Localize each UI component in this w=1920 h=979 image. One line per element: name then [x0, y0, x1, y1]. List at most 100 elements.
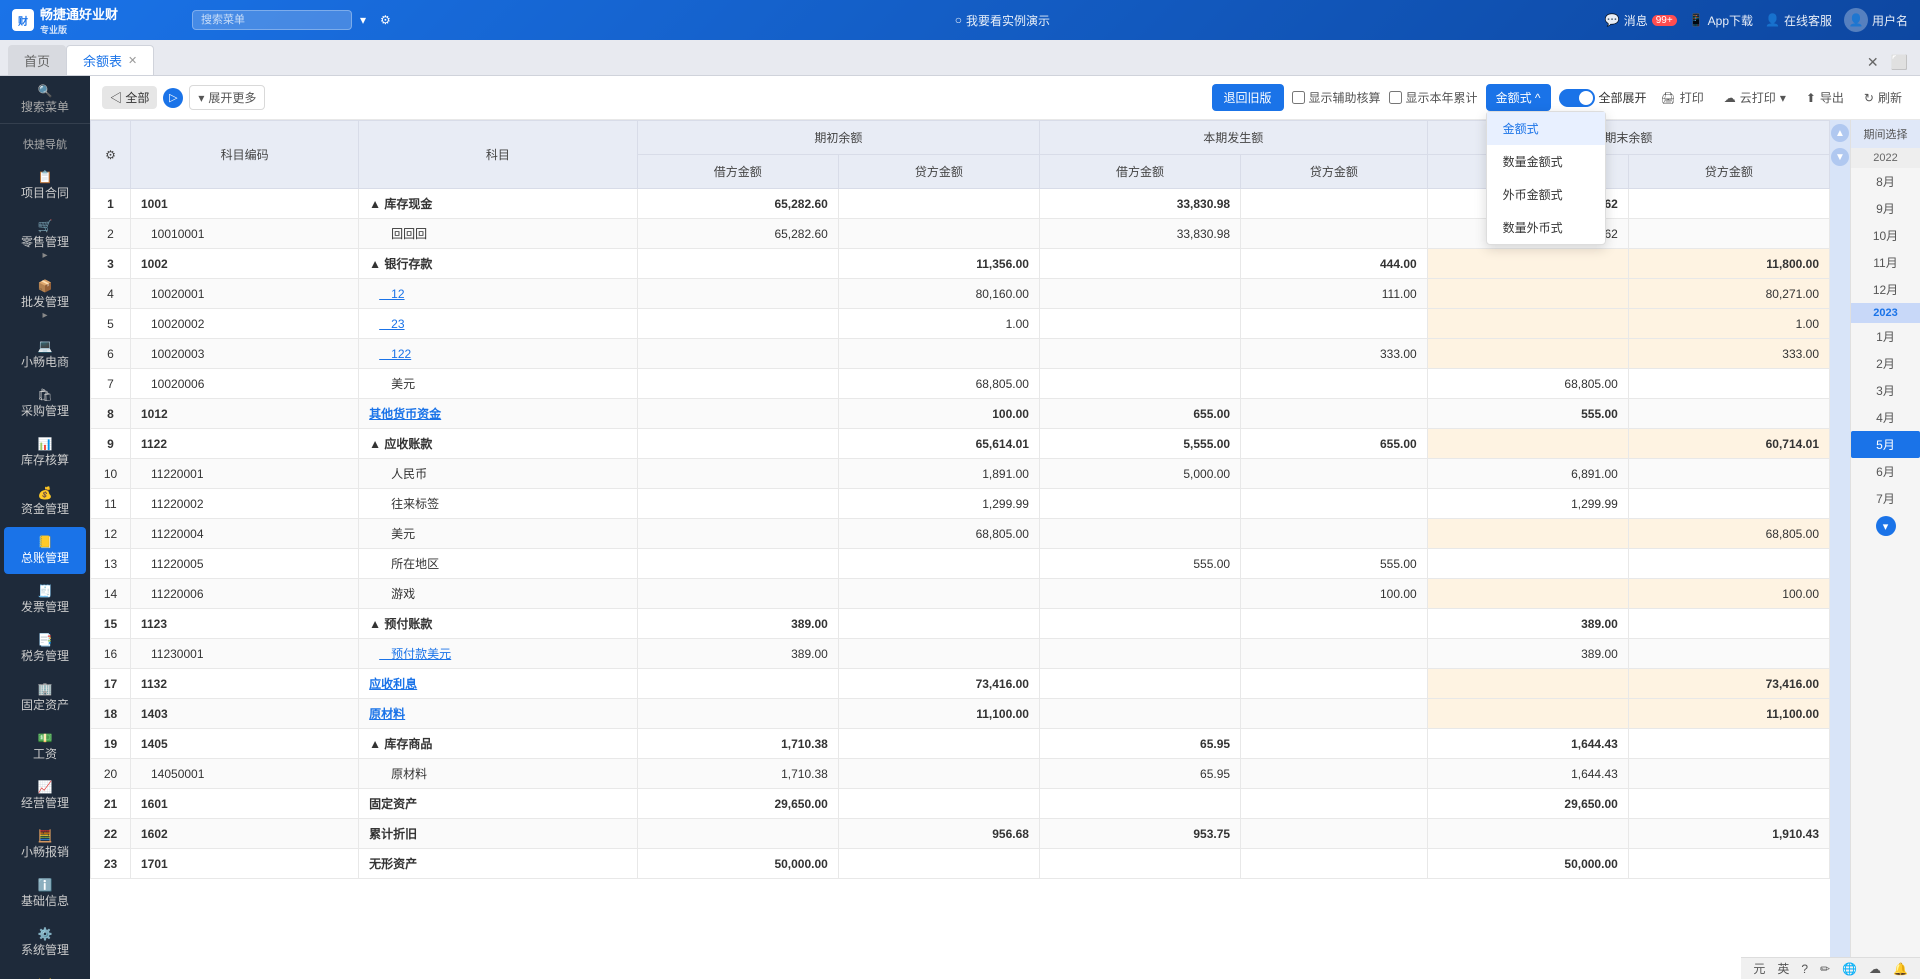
- sidebar-item-ops[interactable]: 📈 经营管理: [4, 772, 86, 819]
- row-subject[interactable]: 122: [359, 339, 638, 369]
- print-btn[interactable]: 🖨 打印: [1655, 85, 1710, 110]
- period-up-btn[interactable]: ▲: [1831, 124, 1849, 142]
- mode-dropdown-btn[interactable]: 金额式 ^: [1486, 84, 1551, 111]
- back-old-btn[interactable]: 退回旧版: [1212, 84, 1284, 111]
- sidebar-item-invoice[interactable]: 🧾 发票管理: [4, 576, 86, 623]
- bottom-help[interactable]: ?: [1801, 962, 1808, 976]
- mode-qty-foreign[interactable]: 数量外币式: [1487, 211, 1605, 244]
- tab-home[interactable]: 首页: [8, 45, 66, 75]
- filter-all-btn[interactable]: ◁ 全部: [102, 86, 157, 109]
- sidebar-label-inventory: 库存核算: [8, 451, 82, 468]
- sidebar-item-system[interactable]: ⚙️ 系统管理: [4, 919, 86, 966]
- sidebar-item-capital[interactable]: 💰 资金管理: [4, 478, 86, 525]
- bottom-globe[interactable]: 🌐: [1842, 962, 1857, 976]
- mode-qty-amount[interactable]: 数量金额式: [1487, 145, 1605, 178]
- show-ytd-group: 显示本年累计: [1389, 89, 1478, 106]
- period-expand-btn[interactable]: ▾: [1876, 516, 1896, 536]
- sidebar-item-salary[interactable]: 💵 工资: [4, 723, 86, 770]
- period-month-10[interactable]: 10月: [1851, 222, 1920, 249]
- sidebar-item-tax[interactable]: 📑 税务管理: [4, 625, 86, 672]
- row-c-close: 11,100.00: [1628, 699, 1829, 729]
- sidebar-item-fixed[interactable]: 🏢 固定资产: [4, 674, 86, 721]
- row-subject[interactable]: 原材料: [359, 699, 638, 729]
- col-settings[interactable]: ⚙: [91, 121, 131, 189]
- table-row: 18 1403 原材料 11,100.00 11,100.00: [91, 699, 1830, 729]
- row-c-close: 60,714.01: [1628, 429, 1829, 459]
- bottom-lang[interactable]: 英: [1777, 960, 1789, 977]
- row-d-curr: [1039, 519, 1240, 549]
- period-month-2[interactable]: 2月: [1851, 350, 1920, 377]
- period-month-6[interactable]: 6月: [1851, 458, 1920, 485]
- period-down-btn[interactable]: ▼: [1831, 148, 1849, 166]
- show-auxiliary-checkbox[interactable]: [1292, 91, 1305, 104]
- online-service-btn[interactable]: 👤 在线客服: [1765, 12, 1832, 29]
- sidebar-item-report[interactable]: 🧮 小畅报销: [4, 821, 86, 868]
- demo-link[interactable]: ○ 我要看实例演示: [955, 12, 1050, 29]
- period-month-12[interactable]: 12月: [1851, 276, 1920, 303]
- tab-balance[interactable]: 余额表 ✕: [66, 45, 154, 75]
- row-d-curr: 655.00: [1039, 399, 1240, 429]
- dropdown-icon[interactable]: ▾: [360, 13, 380, 27]
- expand-switch[interactable]: [1559, 89, 1595, 107]
- period-month-4[interactable]: 4月: [1851, 404, 1920, 431]
- bottom-cloud[interactable]: ☁: [1869, 962, 1881, 976]
- message-btn[interactable]: 💬 消息 99+: [1605, 12, 1677, 29]
- row-c-open: 68,805.00: [838, 369, 1039, 399]
- sidebar-item-purchase[interactable]: 🛍 采购管理: [4, 380, 86, 427]
- bottom-bell[interactable]: 🔔: [1893, 962, 1908, 976]
- sidebar-item-ecommerce[interactable]: 💻 小畅电商: [4, 331, 86, 378]
- settings-icon[interactable]: ⚙: [380, 13, 400, 27]
- show-ytd-checkbox[interactable]: [1389, 91, 1402, 104]
- sidebar-item-nav[interactable]: 快捷导航: [4, 128, 86, 160]
- maximize-btn[interactable]: ⬜: [1887, 50, 1912, 75]
- row-subject[interactable]: 12: [359, 279, 638, 309]
- period-month-1[interactable]: 1月: [1851, 323, 1920, 350]
- expand-more-btn[interactable]: ▾ 展开更多: [189, 85, 265, 110]
- user-area[interactable]: 👤 用户名: [1844, 8, 1908, 32]
- filter-arrow-btn[interactable]: ▷: [163, 88, 183, 108]
- mode-amount[interactable]: 金额式: [1487, 112, 1605, 145]
- period-month-7[interactable]: 7月: [1851, 485, 1920, 512]
- print-label: 打印: [1680, 89, 1704, 106]
- table-container[interactable]: ⚙ 科目编码 科目 期初余额 本期发生额 期末余额 借方金额 贷方金额 借方金额…: [90, 120, 1830, 979]
- search-icon: 🔍: [8, 84, 82, 98]
- sidebar-item-retail[interactable]: 🛒 零售管理 ▸: [4, 211, 86, 269]
- bottom-yuan[interactable]: 元: [1753, 960, 1765, 977]
- sidebar-item-inventory[interactable]: 📊 库存核算: [4, 429, 86, 476]
- row-c-curr: [1241, 699, 1428, 729]
- sidebar-item-basic[interactable]: ℹ️ 基础信息: [4, 870, 86, 917]
- sidebar-item-project[interactable]: 📋 项目合同: [4, 162, 86, 209]
- period-month-11[interactable]: 11月: [1851, 249, 1920, 276]
- row-subject[interactable]: 预付款美元: [359, 639, 638, 669]
- row-code: 14050001: [131, 759, 359, 789]
- sidebar-item-coop[interactable]: 🤝 企业协同: [4, 968, 86, 979]
- sidebar-item-wholesale[interactable]: 📦 批发管理 ▸: [4, 271, 86, 329]
- search-input[interactable]: [192, 10, 352, 30]
- close-window-btn[interactable]: ✕: [1863, 50, 1883, 75]
- retail-icon: 🛒: [8, 219, 82, 233]
- period-month-3[interactable]: 3月: [1851, 377, 1920, 404]
- cloud-print-btn[interactable]: ☁ 云打印 ▾: [1718, 85, 1792, 110]
- bottom-edit[interactable]: ✏: [1820, 962, 1830, 976]
- sidebar-label-project: 项目合同: [8, 184, 82, 201]
- row-c-open: 80,160.00: [838, 279, 1039, 309]
- export-btn[interactable]: ⬆ 导出: [1800, 85, 1850, 110]
- row-d-curr: [1039, 339, 1240, 369]
- sidebar-search[interactable]: 🔍 搜索菜单: [0, 76, 90, 124]
- period-month-8[interactable]: 8月: [1851, 168, 1920, 195]
- row-subject[interactable]: 应收利息: [359, 669, 638, 699]
- tab-close-icon[interactable]: ✕: [128, 54, 137, 67]
- app-download-btn[interactable]: 📱 App下载: [1689, 12, 1753, 29]
- row-d-curr: [1039, 789, 1240, 819]
- period-month-9[interactable]: 9月: [1851, 195, 1920, 222]
- mode-foreign[interactable]: 外币金额式: [1487, 178, 1605, 211]
- sidebar-item-general[interactable]: 📒 总账管理: [4, 527, 86, 574]
- row-code: 1002: [131, 249, 359, 279]
- tab-home-label: 首页: [24, 51, 50, 70]
- row-no: 10: [91, 459, 131, 489]
- row-subject[interactable]: 其他货币资金: [359, 399, 638, 429]
- row-no: 23: [91, 849, 131, 879]
- row-subject[interactable]: 23: [359, 309, 638, 339]
- period-month-5[interactable]: 5月: [1851, 431, 1920, 458]
- refresh-btn[interactable]: ↻ 刷新: [1858, 85, 1908, 110]
